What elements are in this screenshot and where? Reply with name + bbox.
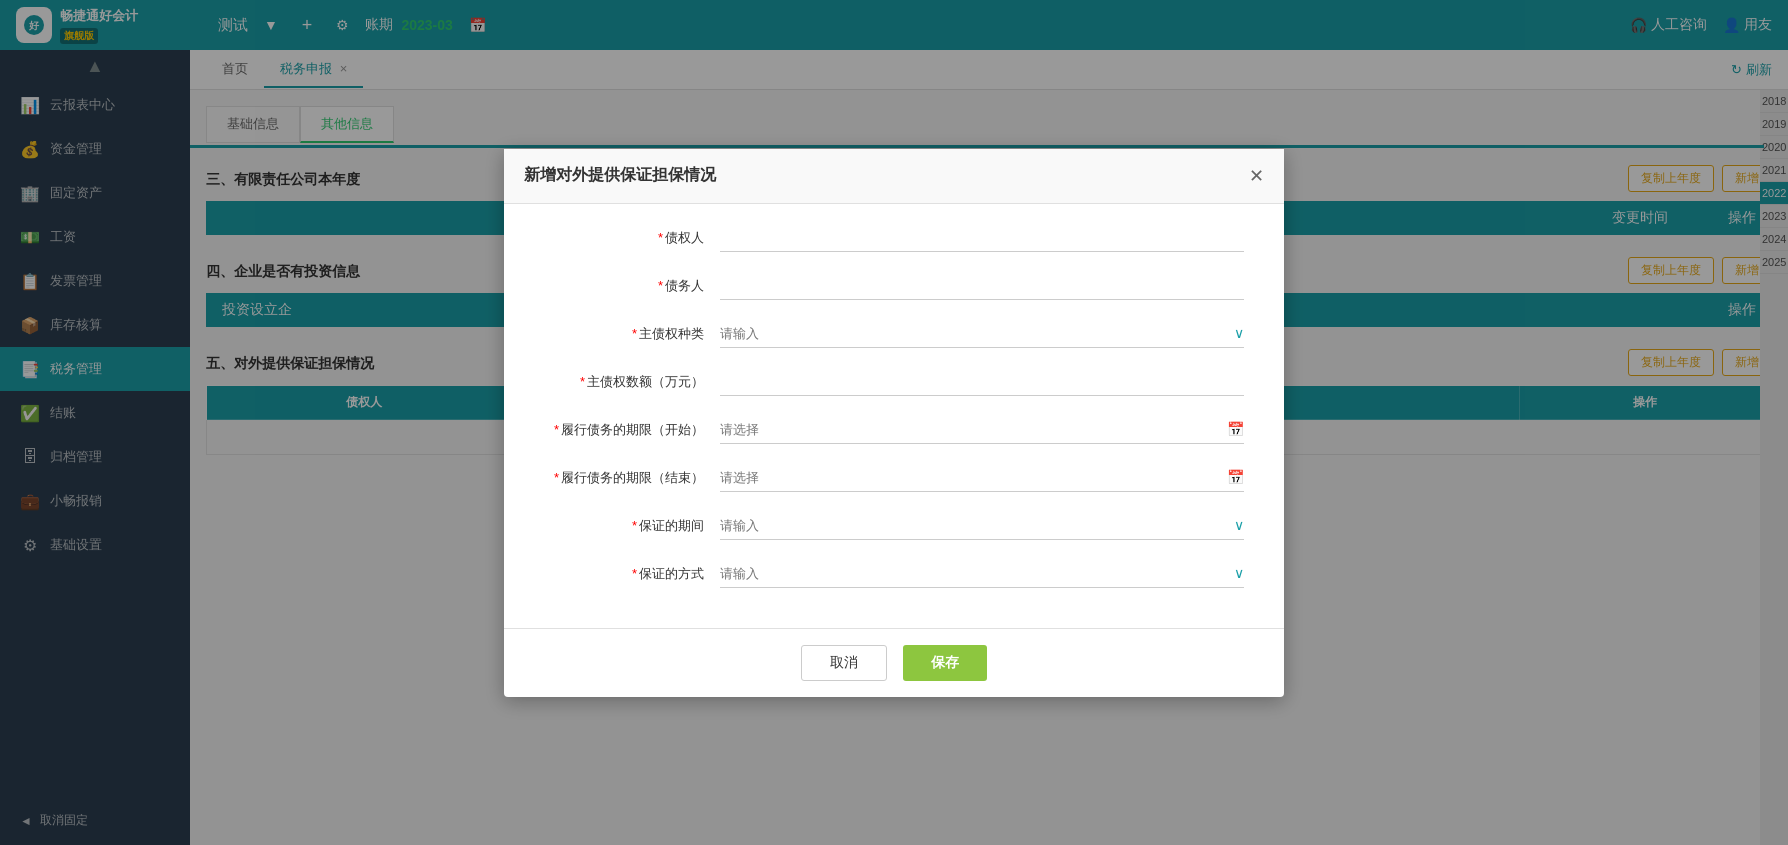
- label-claim_amount: *主债权数额（万元）: [544, 373, 704, 391]
- label-duty_start: *履行债务的期限（开始）: [544, 421, 704, 439]
- form-row-creditor: *债权人: [544, 224, 1244, 252]
- form-row-guarantee_method: *保证的方式 ∨: [544, 560, 1244, 588]
- calendar-icon-duty_end[interactable]: 📅: [1227, 469, 1244, 485]
- form-row-guarantee_period: *保证的期间 ∨: [544, 512, 1244, 540]
- modal-close-btn[interactable]: ✕: [1249, 165, 1264, 187]
- chevron-down-icon-guarantee_period[interactable]: ∨: [1234, 517, 1244, 533]
- form-row-duty_end: *履行债务的期限（结束） 📅: [544, 464, 1244, 492]
- date-wrap-duty_start: 📅: [720, 416, 1244, 444]
- input-debtor[interactable]: [720, 272, 1244, 300]
- chevron-down-icon-guarantee_method[interactable]: ∨: [1234, 565, 1244, 581]
- label-claim_type: *主债权种类: [544, 325, 704, 343]
- form-row-duty_start: *履行债务的期限（开始） 📅: [544, 416, 1244, 444]
- date-input-duty_start[interactable]: [720, 416, 1227, 443]
- select-input-claim_type[interactable]: [720, 320, 1234, 347]
- input-creditor[interactable]: [720, 224, 1244, 252]
- form-row-claim_type: *主债权种类 ∨: [544, 320, 1244, 348]
- date-wrap-duty_end: 📅: [720, 464, 1244, 492]
- modal-title: 新增对外提供保证担保情况: [524, 165, 716, 186]
- modal: 新增对外提供保证担保情况 ✕ *债权人 *债务人 *主债权种类 ∨ *主债权数额（万…: [504, 149, 1284, 697]
- label-creditor: *债权人: [544, 229, 704, 247]
- label-guarantee_period: *保证的期间: [544, 517, 704, 535]
- label-debtor: *债务人: [544, 277, 704, 295]
- select-input-guarantee_period[interactable]: [720, 512, 1234, 539]
- select-wrap-guarantee_method: ∨: [720, 560, 1244, 588]
- modal-header: 新增对外提供保证担保情况 ✕: [504, 149, 1284, 204]
- modal-footer: 取消 保存: [504, 628, 1284, 697]
- select-wrap-guarantee_period: ∨: [720, 512, 1244, 540]
- chevron-down-icon-claim_type[interactable]: ∨: [1234, 325, 1244, 341]
- cancel-btn[interactable]: 取消: [801, 645, 887, 681]
- select-input-guarantee_method[interactable]: [720, 560, 1234, 587]
- form-row-debtor: *债务人: [544, 272, 1244, 300]
- input-claim_amount[interactable]: [720, 368, 1244, 396]
- label-guarantee_method: *保证的方式: [544, 565, 704, 583]
- select-wrap-claim_type: ∨: [720, 320, 1244, 348]
- modal-body: *债权人 *债务人 *主债权种类 ∨ *主债权数额（万元） *履行债务的期限（开始） …: [504, 204, 1284, 628]
- date-input-duty_end[interactable]: [720, 464, 1227, 491]
- modal-overlay: 新增对外提供保证担保情况 ✕ *债权人 *债务人 *主债权种类 ∨ *主债权数额（万…: [0, 0, 1788, 845]
- save-btn[interactable]: 保存: [903, 645, 987, 681]
- label-duty_end: *履行债务的期限（结束）: [544, 469, 704, 487]
- form-row-claim_amount: *主债权数额（万元）: [544, 368, 1244, 396]
- calendar-icon-duty_start[interactable]: 📅: [1227, 421, 1244, 437]
